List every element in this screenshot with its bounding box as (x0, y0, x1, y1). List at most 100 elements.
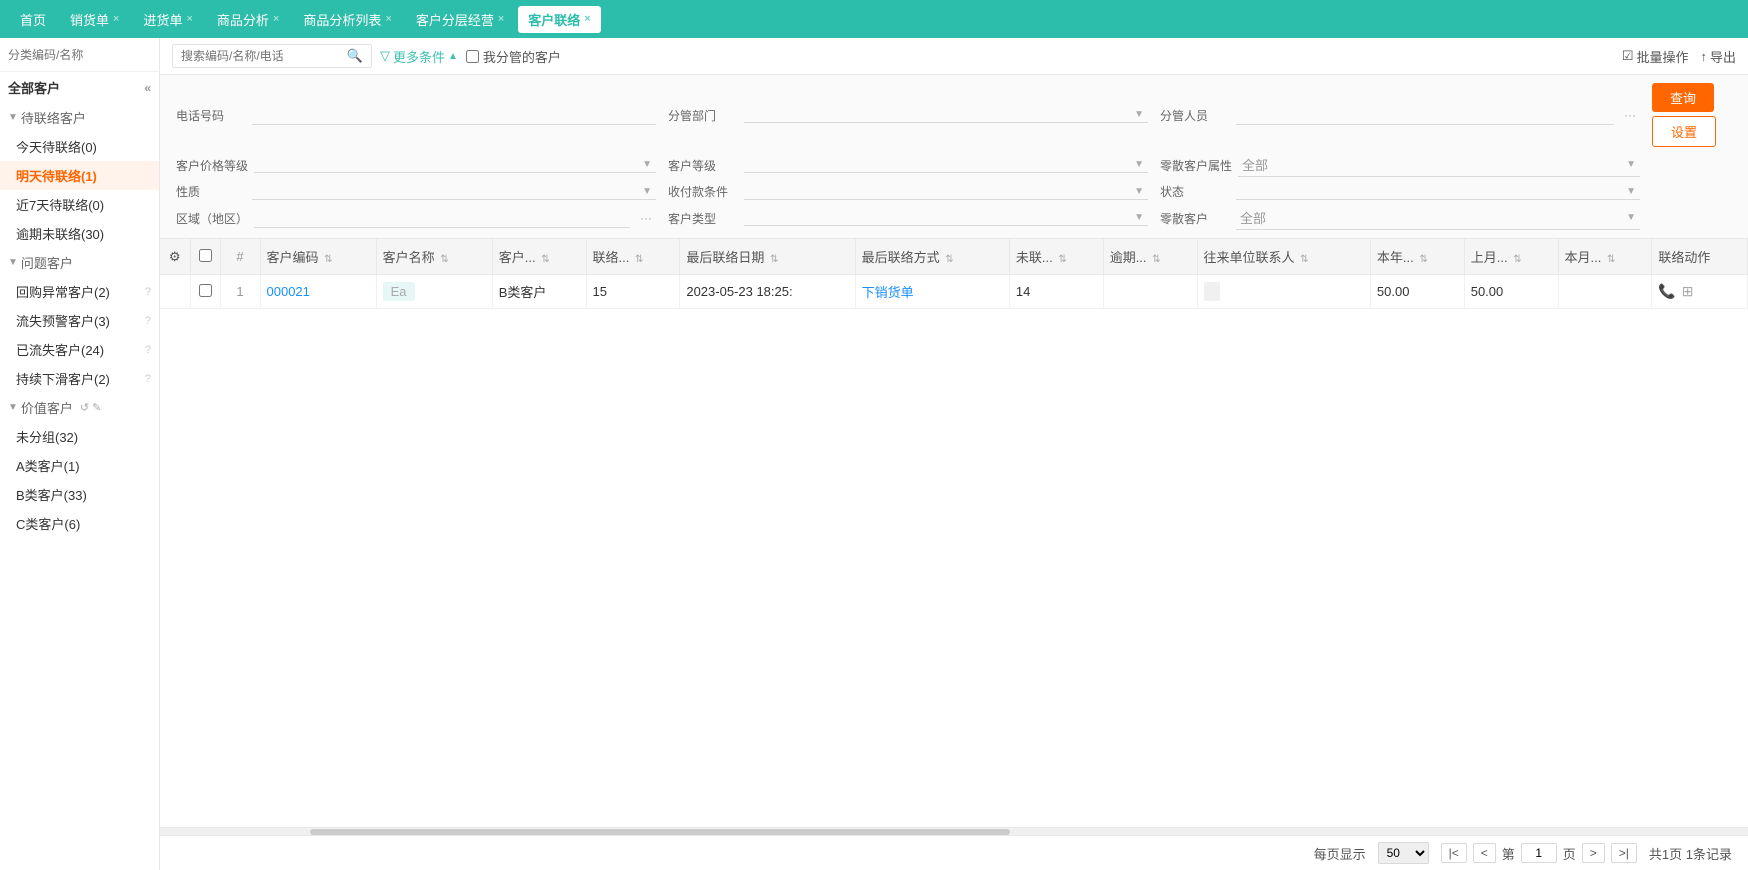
sidebar-item-week-pending[interactable]: 近7天待联络(0) (0, 190, 159, 219)
sidebar-item-churned[interactable]: 已流失客户(24) ? (0, 335, 159, 364)
sort-icon[interactable]: ⇅ (1058, 254, 1066, 265)
row-customer-name[interactable]: Ea (376, 275, 492, 309)
last-page-button[interactable]: >| (1611, 843, 1637, 863)
more-filter-button[interactable]: ▽ 更多条件 ▲ (380, 47, 458, 66)
column-last-month[interactable]: 上月... ⇅ (1464, 239, 1558, 275)
sort-icon[interactable]: ⇅ (1513, 254, 1521, 265)
phone-input[interactable] (252, 106, 656, 125)
next-page-button[interactable]: > (1582, 843, 1605, 863)
person-input[interactable] (1236, 106, 1614, 125)
export-button[interactable]: ↑ 导出 (1700, 47, 1736, 66)
column-contact[interactable]: 联络... ⇅ (586, 239, 680, 275)
prev-page-button[interactable]: < (1473, 843, 1496, 863)
sort-icon[interactable]: ⇅ (1419, 254, 1427, 265)
grid-icon[interactable]: ⊞ (1682, 283, 1694, 300)
row-checkbox[interactable] (199, 284, 212, 297)
table-header-row: ⚙ # 客户编码 ⇅ 客户名称 ⇅ (160, 239, 1748, 275)
nav-customer-tier[interactable]: 客户分层经营 × (406, 6, 514, 33)
nav-home[interactable]: 首页 (10, 6, 56, 33)
sort-icon[interactable]: ⇅ (440, 254, 448, 265)
query-button[interactable]: 查询 (1652, 83, 1714, 112)
row-customer-code[interactable]: 000021 (260, 275, 376, 309)
scrollbar-thumb[interactable] (310, 829, 1010, 835)
more-icon[interactable]: ··· (636, 211, 656, 225)
sidebar-item-tomorrow-pending[interactable]: 明天待联络(1) (0, 161, 159, 190)
nav-sales-order[interactable]: 销货单 × (60, 6, 129, 33)
customer-level-select[interactable]: ▼ (744, 157, 1148, 173)
page-label: 第 (1502, 844, 1515, 863)
sort-icon[interactable]: ⇅ (770, 254, 778, 265)
sidebar-item-overdue-pending[interactable]: 逾期未联络(30) (0, 219, 159, 248)
my-customers-checkbox-label[interactable]: 我分管的客户 (466, 47, 561, 66)
horizontal-scrollbar[interactable] (160, 827, 1748, 835)
close-icon[interactable]: × (186, 13, 192, 25)
column-contacts[interactable]: 往来单位联系人 ⇅ (1197, 239, 1370, 275)
nav-customer-contact[interactable]: 客户联络 × (518, 6, 600, 33)
page-number-input[interactable] (1521, 843, 1557, 863)
edit-icon[interactable]: ✎ (92, 401, 101, 414)
close-icon[interactable]: × (584, 13, 590, 25)
all-customers-header[interactable]: 全部客户 « (0, 72, 159, 103)
sort-icon[interactable]: ⇅ (1152, 254, 1160, 265)
retail-customer-select[interactable]: 全部 ▼ (1236, 206, 1640, 230)
filter-phone: 电话号码 (176, 106, 656, 125)
close-icon[interactable]: × (273, 13, 279, 25)
sort-icon[interactable]: ⇅ (1607, 254, 1615, 265)
refresh-icon[interactable]: ↺ (80, 401, 89, 414)
sort-icon[interactable]: ⇅ (635, 254, 643, 265)
per-page-select[interactable]: 50 100 200 (1378, 842, 1429, 864)
chevron-down-icon: ▼ (1134, 212, 1144, 223)
sidebar-item-class-c[interactable]: C类客户(6) (0, 509, 159, 538)
dept-select[interactable]: ▼ (744, 107, 1148, 123)
phone-icon[interactable]: 📞 (1658, 283, 1675, 300)
close-icon[interactable]: × (113, 13, 119, 25)
sort-icon[interactable]: ⇅ (945, 254, 953, 265)
search-input[interactable] (181, 49, 343, 63)
my-customers-checkbox[interactable] (466, 50, 479, 63)
column-customer-type[interactable]: 客户... ⇅ (492, 239, 586, 275)
nav-product-analysis[interactable]: 商品分析 × (207, 6, 289, 33)
payment-select[interactable]: ▼ (744, 184, 1148, 200)
collapse-icon[interactable]: « (144, 81, 151, 95)
batch-operation-button[interactable]: ☑ 批量操作 (1622, 47, 1689, 66)
close-icon[interactable]: × (498, 13, 504, 25)
column-this-month[interactable]: 本月... ⇅ (1558, 239, 1652, 275)
nav-product-analysis-list[interactable]: 商品分析列表 × (293, 6, 401, 33)
settings-button[interactable]: 设置 (1652, 116, 1716, 147)
sort-icon[interactable]: ⇅ (324, 254, 332, 265)
column-customer-code[interactable]: 客户编码 ⇅ (260, 239, 376, 275)
sort-icon[interactable]: ⇅ (541, 254, 549, 265)
sidebar-item-repurchase-abnormal[interactable]: 回购异常客户(2) ? (0, 277, 159, 306)
row-last-contact-date: 2023-05-23 18:25: (680, 275, 855, 309)
column-not-contact[interactable]: 未联... ⇅ (1009, 239, 1103, 275)
retail-attr-select[interactable]: 全部 ▼ (1238, 153, 1640, 177)
sidebar-item-class-a[interactable]: A类客户(1) (0, 451, 159, 480)
column-settings[interactable]: ⚙ (160, 239, 190, 275)
status-select[interactable]: ▼ (1236, 184, 1640, 200)
sidebar-item-churn-warning[interactable]: 流失预警客户(3) ? (0, 306, 159, 335)
value-level-select[interactable]: ▼ (254, 157, 656, 173)
nature-select[interactable]: ▼ (252, 184, 656, 200)
content-area: 🔍 ▽ 更多条件 ▲ 我分管的客户 ☑ 批量操作 ↑ 导出 (160, 38, 1748, 870)
region-input[interactable] (254, 209, 630, 228)
column-last-contact-date[interactable]: 最后联络日期 ⇅ (680, 239, 855, 275)
column-this-year[interactable]: 本年... ⇅ (1370, 239, 1464, 275)
close-icon[interactable]: × (385, 13, 391, 25)
sort-icon[interactable]: ⇅ (1300, 254, 1308, 265)
more-icon[interactable]: ··· (1620, 108, 1640, 122)
sidebar-item-declining[interactable]: 持续下滑客户(2) ? (0, 364, 159, 393)
sidebar-search-input[interactable] (8, 48, 160, 62)
column-customer-name[interactable]: 客户名称 ⇅ (376, 239, 492, 275)
customer-type-select[interactable]: ▼ (744, 210, 1148, 226)
search-icon[interactable]: 🔍 (347, 48, 363, 64)
sidebar-item-ungrouped[interactable]: 未分组(32) (0, 422, 159, 451)
nav-purchase-order[interactable]: 进货单 × (133, 6, 202, 33)
chevron-down-icon: ▼ (1626, 212, 1636, 223)
sidebar-item-class-b[interactable]: B类客户(33) (0, 480, 159, 509)
column-last-contact-method[interactable]: 最后联络方式 ⇅ (855, 239, 1009, 275)
first-page-button[interactable]: |< (1441, 843, 1467, 863)
sidebar-item-today-pending[interactable]: 今天待联络(0) (0, 132, 159, 161)
column-overdue[interactable]: 逾期... ⇅ (1103, 239, 1197, 275)
select-all-checkbox[interactable] (199, 249, 212, 262)
filter-row-2: 客户价格等级 ▼ 客户等级 ▼ 零散客户属性 全部 (176, 153, 1732, 177)
